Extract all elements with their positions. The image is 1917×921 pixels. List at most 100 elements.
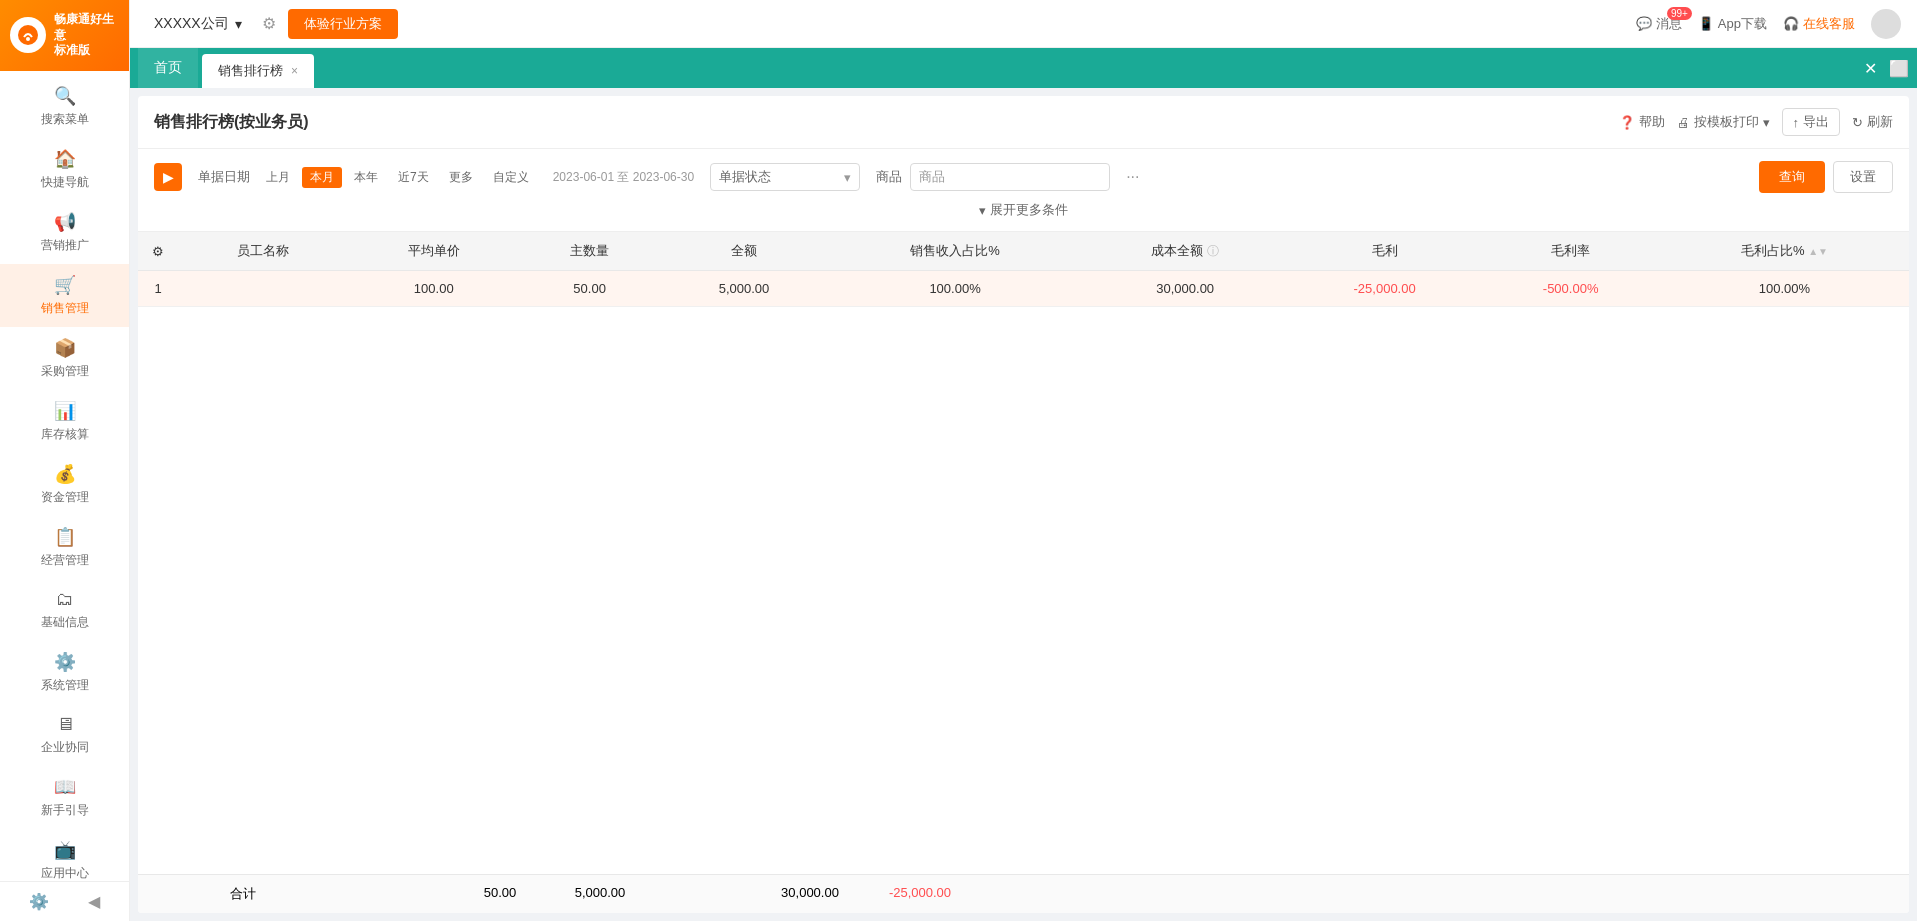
sidebar: 畅康通好生意 标准版 🔍 搜索菜单 🏠 快捷导航 📢 营销推广 🛒 销售管理 📦… bbox=[0, 0, 130, 921]
sidebar-item-app-center[interactable]: 📺 应用中心 bbox=[0, 829, 129, 881]
help-icon: ❓ bbox=[1619, 115, 1635, 130]
page-content: 销售排行榜(按业务员) ❓ 帮助 🖨 按模板打印 ▾ ↑ 导出 bbox=[130, 88, 1917, 921]
message-badge: 99+ bbox=[1667, 7, 1692, 20]
sidebar-item-system[interactable]: ⚙️ 系统管理 bbox=[0, 641, 129, 704]
tab-close-icon[interactable]: × bbox=[291, 64, 298, 78]
sidebar-item-purchase[interactable]: 📦 采购管理 bbox=[0, 327, 129, 390]
sidebar-nav: 🔍 搜索菜单 🏠 快捷导航 📢 营销推广 🛒 销售管理 📦 采购管理 📊 库存核… bbox=[0, 71, 129, 881]
sidebar-item-label: 库存核算 bbox=[41, 426, 89, 443]
cell-gross-rate: -500.00% bbox=[1481, 271, 1660, 307]
filter-row-1: ▶ 单据日期 上月 本月 本年 近7天 更多 自定义 2023-06-01 至 … bbox=[154, 161, 1893, 193]
sidebar-item-sales[interactable]: 🛒 销售管理 bbox=[0, 264, 129, 327]
more-filters-icon[interactable]: ··· bbox=[1126, 168, 1139, 186]
gear-icon[interactable]: ⚙ bbox=[262, 14, 276, 33]
query-button[interactable]: 查询 bbox=[1759, 161, 1825, 193]
trial-button[interactable]: 体验行业方案 bbox=[288, 9, 398, 39]
date-btn-more[interactable]: 更多 bbox=[441, 167, 481, 188]
settings-bottom-icon[interactable]: ⚙️ bbox=[29, 892, 49, 911]
company-selector[interactable]: XXXXX公司 ▾ bbox=[146, 11, 250, 37]
footer-avg-price bbox=[350, 885, 450, 903]
goods-filter[interactable]: 商品 bbox=[910, 163, 1110, 191]
sidebar-item-label: 基础信息 bbox=[41, 614, 89, 631]
expand-more-button[interactable]: ▾ 展开更多条件 bbox=[154, 201, 1893, 219]
message-button[interactable]: 💬 消息 99+ bbox=[1636, 15, 1682, 33]
sort-icon[interactable]: ▲▼ bbox=[1808, 246, 1828, 257]
sidebar-item-label: 新手引导 bbox=[41, 802, 89, 819]
sales-icon: 🛒 bbox=[54, 274, 76, 296]
date-btn-last-month[interactable]: 上月 bbox=[258, 167, 298, 188]
table-header-row: ⚙ 员工名称 平均单价 主数量 bbox=[138, 232, 1909, 271]
help-button[interactable]: ❓ 帮助 bbox=[1619, 113, 1665, 131]
cost-info-icon[interactable]: ⓘ bbox=[1207, 244, 1219, 258]
sidebar-item-enterprise[interactable]: 🖥 企业协同 bbox=[0, 704, 129, 766]
cell-quantity: 50.00 bbox=[519, 271, 660, 307]
close-window-icon[interactable]: ✕ bbox=[1864, 59, 1877, 78]
refresh-button[interactable]: ↻ 刷新 bbox=[1852, 113, 1893, 131]
online-service-button[interactable]: 🎧 在线客服 bbox=[1783, 15, 1855, 33]
maximize-icon[interactable]: ⬜ bbox=[1889, 59, 1909, 78]
tab-sales-ranking[interactable]: 销售排行榜 × bbox=[202, 54, 314, 88]
date-btn-custom[interactable]: 自定义 bbox=[485, 167, 537, 188]
inventory-icon: 📊 bbox=[54, 400, 76, 422]
app-download-button[interactable]: 📱 App下载 bbox=[1698, 15, 1767, 33]
date-btn-this-month[interactable]: 本月 bbox=[302, 167, 342, 188]
logo-icon bbox=[10, 17, 46, 53]
table-footer: 合计 50.00 5,000.00 30,000.00 -25,000.00 bbox=[138, 874, 1909, 913]
sidebar-item-operations[interactable]: 📋 经营管理 bbox=[0, 516, 129, 579]
page-header: 销售排行榜(按业务员) ❓ 帮助 🖨 按模板打印 ▾ ↑ 导出 bbox=[138, 96, 1909, 149]
newbie-icon: 📖 bbox=[54, 776, 76, 798]
table-area: ⚙ 员工名称 平均单价 主数量 bbox=[138, 232, 1909, 874]
table-settings-icon[interactable]: ⚙ bbox=[152, 244, 164, 259]
sidebar-item-marketing[interactable]: 📢 营销推广 bbox=[0, 201, 129, 264]
date-btn-this-year[interactable]: 本年 bbox=[346, 167, 386, 188]
status-chevron-icon: ▾ bbox=[844, 170, 851, 185]
goods-filter-group: 商品 商品 bbox=[876, 163, 1110, 191]
chevron-down-icon: ▾ bbox=[235, 16, 242, 32]
sidebar-item-label: 快捷导航 bbox=[41, 174, 89, 191]
sidebar-item-finance[interactable]: 💰 资金管理 bbox=[0, 453, 129, 516]
cell-avg-price: 100.00 bbox=[348, 271, 518, 307]
cell-amount: 5,000.00 bbox=[660, 271, 827, 307]
print-icon: 🖨 bbox=[1677, 115, 1690, 130]
user-avatar[interactable] bbox=[1871, 9, 1901, 39]
cell-rank: 1 bbox=[138, 271, 178, 307]
sidebar-item-label: 系统管理 bbox=[41, 677, 89, 694]
sidebar-item-shortcut[interactable]: 🏠 快捷导航 bbox=[0, 138, 129, 201]
footer-gross-rate bbox=[970, 885, 1070, 903]
sidebar-item-label: 经营管理 bbox=[41, 552, 89, 569]
sidebar-bottom: ⚙️ ◀ bbox=[0, 881, 129, 921]
export-button[interactable]: ↑ 导出 bbox=[1782, 108, 1841, 136]
table-row: 1 100.00 50.00 bbox=[138, 271, 1909, 307]
sidebar-item-inventory[interactable]: 📊 库存核算 bbox=[0, 390, 129, 453]
status-filter[interactable]: 单据状态 ▾ bbox=[710, 163, 860, 191]
finance-icon: 💰 bbox=[54, 463, 76, 485]
footer-cost: 30,000.00 bbox=[750, 885, 870, 903]
main-area: XXXXX公司 ▾ ⚙ 体验行业方案 💬 消息 99+ 📱 App下载 🎧 在线… bbox=[130, 0, 1917, 921]
col-gross: 毛利 bbox=[1288, 232, 1481, 271]
sidebar-item-label: 企业协同 bbox=[41, 739, 89, 756]
goods-placeholder: 商品 bbox=[919, 168, 945, 186]
tab-label: 销售排行榜 bbox=[218, 62, 283, 80]
refresh-icon: ↻ bbox=[1852, 115, 1863, 130]
filter-toggle[interactable]: ▶ bbox=[154, 163, 182, 191]
col-cost: 成本全额 ⓘ bbox=[1082, 232, 1288, 271]
tab-home[interactable]: 首页 bbox=[138, 48, 198, 88]
svg-point-1 bbox=[26, 37, 30, 41]
col-gross-rate: 毛利率 bbox=[1481, 232, 1660, 271]
sidebar-item-search[interactable]: 🔍 搜索菜单 bbox=[0, 75, 129, 138]
home-icon: 🏠 bbox=[54, 148, 76, 170]
column-settings-button[interactable]: 设置 bbox=[1833, 161, 1893, 193]
print-button[interactable]: 🖨 按模板打印 ▾ bbox=[1677, 113, 1770, 131]
filter-area: ▶ 单据日期 上月 本月 本年 近7天 更多 自定义 2023-06-01 至 … bbox=[138, 149, 1909, 232]
sidebar-item-basics[interactable]: 🗂 基础信息 bbox=[0, 579, 129, 641]
sidebar-item-newbie[interactable]: 📖 新手引导 bbox=[0, 766, 129, 829]
date-range-text: 2023-06-01 至 2023-06-30 bbox=[553, 169, 694, 186]
page-title: 销售排行榜(按业务员) bbox=[154, 112, 1619, 133]
date-filter-group: 上月 本月 本年 近7天 更多 自定义 bbox=[258, 167, 537, 188]
collapse-sidebar-icon[interactable]: ◀ bbox=[88, 892, 100, 911]
col-revenue-pct: 销售收入占比% bbox=[828, 232, 1083, 271]
company-name: XXXXX公司 bbox=[154, 15, 229, 33]
date-btn-7days[interactable]: 近7天 bbox=[390, 167, 437, 188]
enterprise-icon: 🖥 bbox=[56, 714, 74, 735]
search-icon: 🔍 bbox=[54, 85, 76, 107]
